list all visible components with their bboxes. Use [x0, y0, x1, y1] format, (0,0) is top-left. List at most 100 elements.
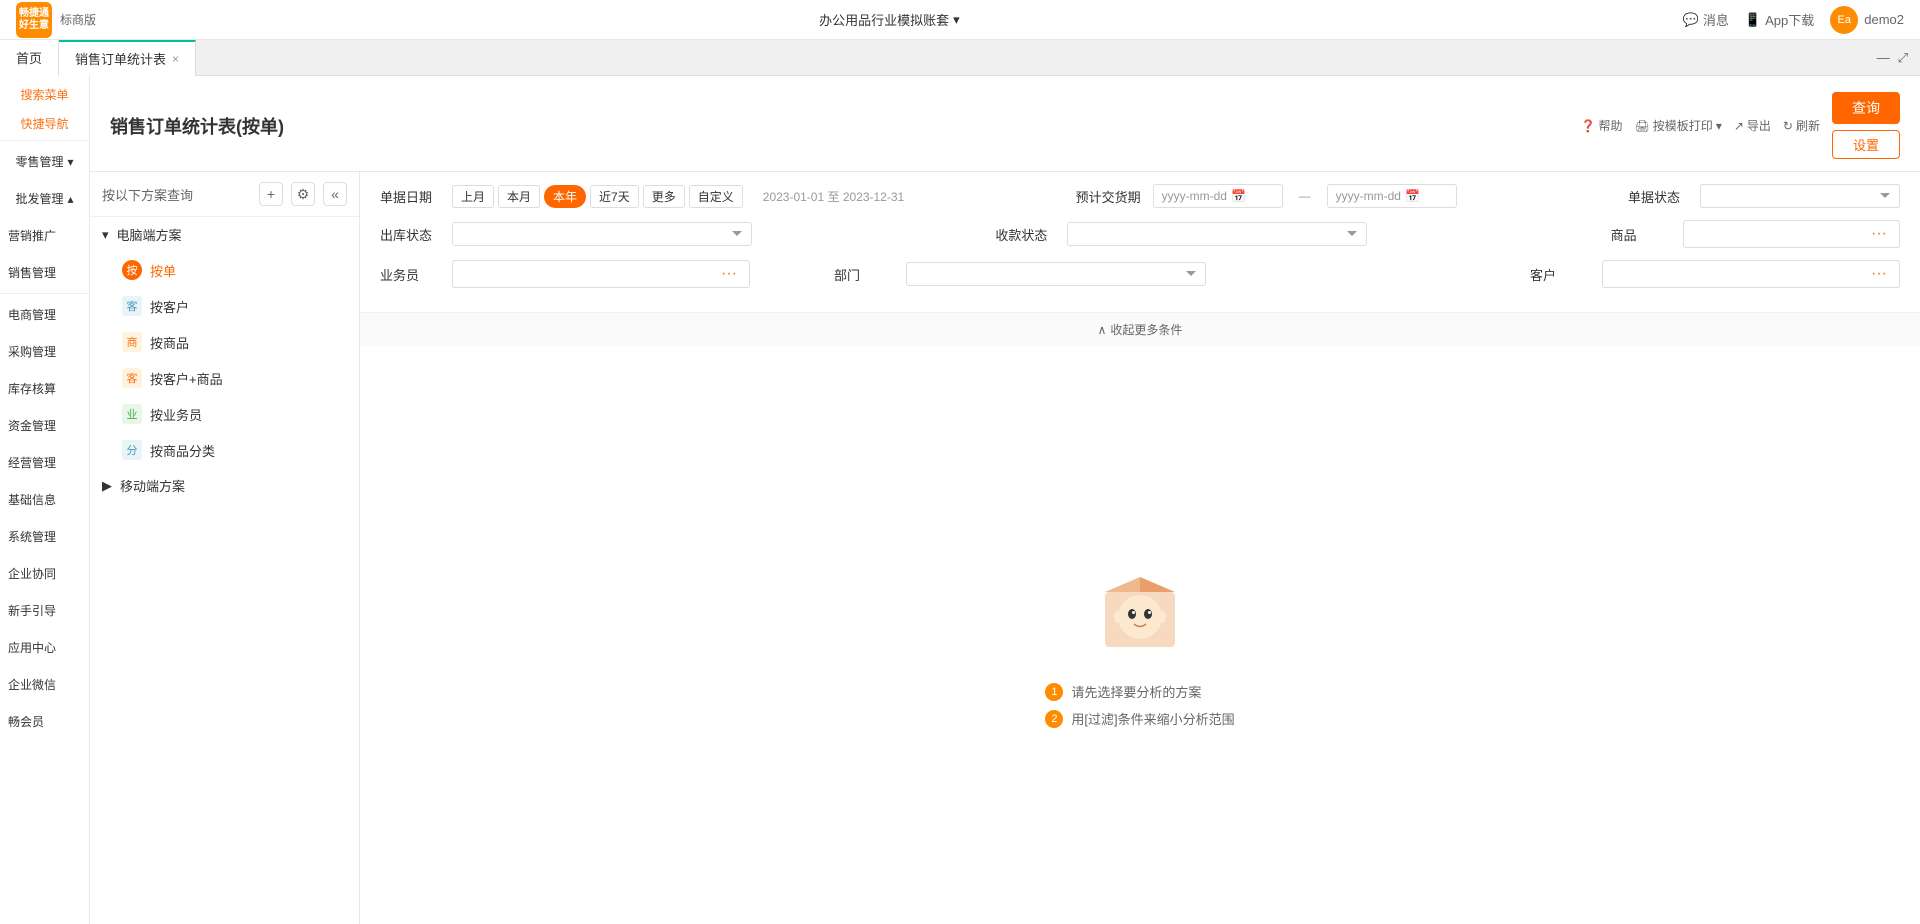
tab-home[interactable]: 首页: [0, 40, 59, 76]
panel-add-btn[interactable]: +: [259, 182, 283, 206]
help-link[interactable]: ❓ 帮助: [1581, 117, 1623, 134]
query-button[interactable]: 查询: [1832, 92, 1900, 124]
salesperson-input[interactable]: ···: [452, 260, 750, 288]
date-btn-custom[interactable]: 自定义: [689, 185, 743, 208]
goods-input[interactable]: ···: [1683, 220, 1900, 248]
topbar-left: 畅捷通好生意 标商版: [16, 2, 96, 38]
collapse-label: 收起更多条件: [1110, 321, 1182, 338]
print-link[interactable]: 🖨 按模板打印 ▾: [1635, 117, 1722, 134]
collapse-bar[interactable]: ∧ 收起更多条件: [360, 312, 1920, 346]
date-btn-7days[interactable]: 近7天: [590, 185, 639, 208]
date-separator: —: [1295, 189, 1315, 203]
sidebar-item-enterprise[interactable]: 企业协同: [0, 555, 89, 592]
plan-by-customer[interactable]: 客 按客户: [90, 288, 359, 324]
sidebar-purchase-label: 采购管理: [8, 343, 56, 360]
dropdown-icon: ▾: [953, 12, 960, 28]
export-label: 导出: [1747, 117, 1771, 134]
app-download-link[interactable]: 📱 App下载: [1745, 10, 1814, 29]
date-btn-thisyear[interactable]: 本年: [544, 185, 586, 208]
status-select[interactable]: [1700, 184, 1900, 208]
expand-icon[interactable]: ⤢: [1898, 50, 1908, 66]
tab-close-icon[interactable]: ×: [172, 52, 179, 66]
sidebar-wechat-label: 企业微信: [8, 676, 56, 693]
expected-date-from[interactable]: yyyy-mm-dd 📅: [1153, 184, 1283, 208]
message-link[interactable]: 💬 消息: [1683, 10, 1729, 29]
date-btn-lastmonth[interactable]: 上月: [452, 185, 494, 208]
sidebar-item-ecommerce[interactable]: 电商管理: [0, 296, 89, 333]
salesperson-ellipsis[interactable]: ···: [717, 265, 741, 283]
search-label: 搜索菜单: [20, 88, 68, 102]
sidebar-item-sales[interactable]: 销售管理: [0, 254, 89, 291]
plan-label-order: 按单: [150, 261, 176, 280]
avatar: Ea: [1830, 6, 1858, 34]
sidebar-item-basic[interactable]: 基础信息: [0, 481, 89, 518]
plan-by-customer-goods[interactable]: 客 按客户+商品: [90, 360, 359, 396]
plan-by-category[interactable]: 分 按商品分类: [90, 432, 359, 468]
export-icon: ↗: [1734, 119, 1744, 133]
help-label: 帮助: [1599, 117, 1623, 134]
tip-num-2: 2: [1045, 710, 1063, 728]
out-status-label: 出库状态: [380, 225, 440, 244]
print-arrow: ▾: [1716, 119, 1722, 133]
sidebar-divider-1: [0, 140, 89, 141]
refresh-label: 刷新: [1796, 117, 1820, 134]
panel-collapse-btn[interactable]: «: [323, 182, 347, 206]
sidebar-shortcut[interactable]: 快捷导航: [0, 109, 89, 138]
plan-icon-cust-goods: 客: [122, 368, 142, 388]
message-label: 消息: [1703, 10, 1729, 29]
sidebar-item-guide[interactable]: 新手引导: [0, 592, 89, 629]
account-dropdown[interactable]: 办公用品行业模拟账套 ▾: [819, 10, 960, 29]
payment-status-select[interactable]: [1067, 222, 1367, 246]
user-info[interactable]: Ea demo2: [1830, 6, 1904, 34]
date-btn-thismonth[interactable]: 本月: [498, 185, 540, 208]
sidebar-operation-label: 经营管理: [8, 454, 56, 471]
sidebar-item-marketing[interactable]: 营销推广: [0, 217, 89, 254]
plan-by-salesperson[interactable]: 业 按业务员: [90, 396, 359, 432]
panel-toolbar-title: 按以下方案查询: [102, 185, 251, 204]
filter-row-2: 出库状态 收款状态 商品 ···: [380, 220, 1900, 248]
empty-illustration: [1080, 542, 1200, 662]
account-name: 办公用品行业模拟账套: [819, 10, 949, 29]
sidebar-item-member[interactable]: 畅会员: [0, 703, 89, 740]
sidebar: 搜索菜单 快捷导航 零售管理 ▾ 批发管理 ▴ 营销推广 销售管理 电商管理: [0, 76, 90, 924]
customer-ellipsis[interactable]: ···: [1867, 265, 1891, 283]
sidebar-guide-label: 新手引导: [8, 602, 56, 619]
settings-button[interactable]: 设置: [1832, 130, 1900, 159]
sidebar-member-label: 畅会员: [8, 713, 44, 730]
plan-group-desktop[interactable]: ▾ 电脑端方案: [90, 217, 359, 252]
sidebar-item-system[interactable]: 系统管理: [0, 518, 89, 555]
plan-by-goods[interactable]: 商 按商品: [90, 324, 359, 360]
sidebar-item-inventory[interactable]: 库存核算: [0, 370, 89, 407]
add-icon: +: [267, 186, 275, 202]
panel-settings-btn[interactable]: ⚙: [291, 182, 315, 206]
sidebar-item-wholesale[interactable]: 批发管理 ▴: [0, 180, 89, 217]
tab-sales-order[interactable]: 销售订单统计表 ×: [59, 40, 196, 76]
sidebar-search[interactable]: 搜索菜单: [0, 76, 89, 109]
sidebar-item-wechat[interactable]: 企业微信: [0, 666, 89, 703]
dept-select[interactable]: [906, 262, 1206, 286]
goods-ellipsis[interactable]: ···: [1867, 225, 1891, 243]
goods-label: 商品: [1611, 225, 1671, 244]
out-status-select[interactable]: [452, 222, 752, 246]
customer-input[interactable]: ···: [1602, 260, 1900, 288]
sidebar-item-purchase[interactable]: 采购管理: [0, 333, 89, 370]
sidebar-item-retail[interactable]: 零售管理 ▾: [0, 143, 89, 180]
tip-text-1: 请先选择要分析的方案: [1071, 682, 1201, 701]
expected-date-to[interactable]: yyyy-mm-dd 📅: [1327, 184, 1457, 208]
topbar: 畅捷通好生意 标商版 办公用品行业模拟账套 ▾ 💬 消息 📱 App下载 Ea …: [0, 0, 1920, 40]
sidebar-item-finance[interactable]: 资金管理: [0, 407, 89, 444]
sidebar-wholesale-arrow: ▴: [67, 192, 73, 206]
date-btn-more[interactable]: 更多: [643, 185, 685, 208]
panel-toolbar: 按以下方案查询 + ⚙ «: [90, 172, 359, 217]
minimize-icon[interactable]: —: [1877, 50, 1890, 66]
sidebar-item-appcenter[interactable]: 应用中心: [0, 629, 89, 666]
export-link[interactable]: ↗ 导出: [1734, 117, 1771, 134]
logo-text: 畅捷通好生意: [19, 8, 49, 32]
message-icon: 💬: [1683, 12, 1699, 28]
sidebar-item-operation[interactable]: 经营管理: [0, 444, 89, 481]
refresh-link[interactable]: ↻ 刷新: [1783, 117, 1820, 134]
date-buttons: 上月 本月 本年 近7天 更多 自定义: [452, 185, 743, 208]
plan-group-mobile[interactable]: ▶ 移动端方案: [90, 468, 359, 503]
sidebar-wholesale-label: 批发管理: [15, 190, 63, 207]
plan-by-order[interactable]: 按 按单: [90, 252, 359, 288]
